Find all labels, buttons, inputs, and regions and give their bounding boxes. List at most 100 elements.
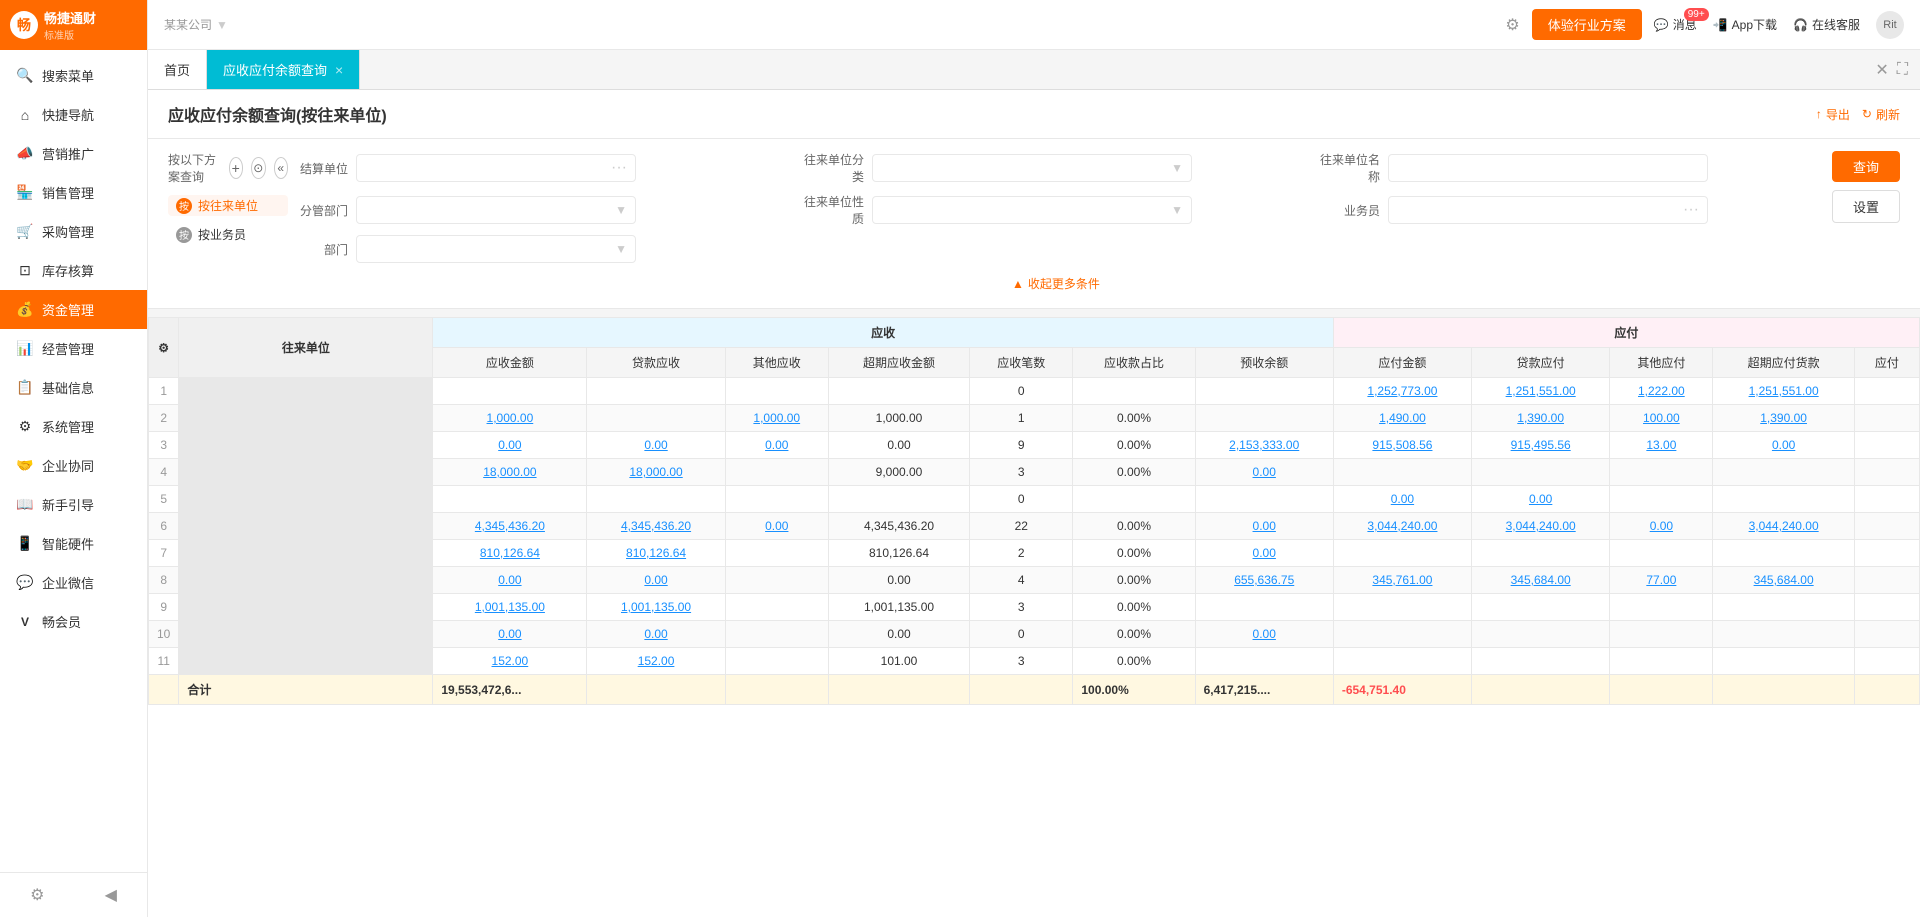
sidebar-item-member[interactable]: V畅会员 <box>0 602 147 641</box>
table-row: 8████████0.000.000.0040.00%655,636.75345… <box>149 567 1920 594</box>
filter-add-button[interactable]: + <box>229 157 244 179</box>
tab-close-icon[interactable]: × <box>335 62 343 78</box>
sidebar: 畅 畅捷通财 标准版 🔍搜索菜单 ⌂快捷导航 📣营销推广 🏪销售管理 🛒采购管理… <box>0 0 148 917</box>
purchase-icon: 🛒 <box>16 223 34 241</box>
service-label: 在线客服 <box>1812 16 1860 33</box>
sidebar-item-marketing[interactable]: 📣营销推广 <box>0 134 147 173</box>
sidebar-logo: 畅 畅捷通财 标准版 <box>0 0 147 50</box>
sidebar-collapse-button[interactable]: ◀ <box>105 885 117 905</box>
filter-field-unit-name: 往来单位名称 <box>1320 151 1824 185</box>
department-input[interactable]: ▼ <box>356 235 636 263</box>
dept-input[interactable]: ▼ <box>356 196 636 224</box>
collapse-more-button[interactable]: ▲ 收起更多条件 <box>288 271 1824 296</box>
footer-ar-count <box>970 675 1073 705</box>
filter-field-salesman: 业务员 ··· <box>1320 196 1824 224</box>
export-button[interactable]: ↑ 导出 <box>1816 106 1850 123</box>
settlement-dots-icon: ··· <box>611 159 627 177</box>
user-avatar[interactable]: Rit <box>1876 11 1904 39</box>
scheme-by-staff[interactable]: 按 按业务员 <box>168 224 288 245</box>
col-ap-other: 其他应付 <box>1610 348 1713 378</box>
topbar-right: 💬 消息 99+ 📲 App下载 🎧 在线客服 Rit <box>1654 11 1904 39</box>
sidebar-item-guide[interactable]: 📖新手引导 <box>0 485 147 524</box>
footer-ap-extra <box>1854 675 1919 705</box>
filter-label: 按以下方案查询 <box>168 151 221 185</box>
table-settings-icon: ⚙ <box>158 341 169 355</box>
dept-arrow-icon: ▼ <box>615 203 627 217</box>
sidebar-item-system[interactable]: ⚙系统管理 <box>0 407 147 446</box>
unit-category-input[interactable]: ▼ <box>872 154 1192 182</box>
unit-nature-input[interactable]: ▼ <box>872 196 1192 224</box>
sidebar-item-sales[interactable]: 🏪销售管理 <box>0 173 147 212</box>
filter-collapse-button[interactable]: « <box>274 157 289 179</box>
basic-icon: 📋 <box>16 379 34 397</box>
settlement-input[interactable]: ··· <box>356 154 636 182</box>
system-icon: ⚙ <box>16 418 34 436</box>
col-ap-amount: 应付金额 <box>1333 348 1471 378</box>
home-icon: ⌂ <box>16 106 34 124</box>
table-row: 1████████01,252,773.001,251,551.001,222.… <box>149 378 1920 405</box>
sidebar-settings-button[interactable]: ⚙ <box>30 885 44 905</box>
window-controls: ✕ ⛶ <box>1875 50 1920 89</box>
sidebar-item-operation[interactable]: 📊经营管理 <box>0 329 147 368</box>
table-row: 3████████0.000.000.000.0090.00%2,153,333… <box>149 432 1920 459</box>
sidebar-item-quick[interactable]: ⌂快捷导航 <box>0 95 147 134</box>
export-icon: ↑ <box>1816 107 1822 121</box>
company-name[interactable]: 某某公司 <box>164 16 212 33</box>
service-icon: 🎧 <box>1793 18 1808 32</box>
filter-scheme-button[interactable]: ⊙ <box>251 157 266 179</box>
sidebar-item-search[interactable]: 🔍搜索菜单 <box>0 56 147 95</box>
sidebar-item-wechat[interactable]: 💬企业微信 <box>0 563 147 602</box>
table-settings-header[interactable]: ⚙ <box>149 318 179 378</box>
table-row: 7████████810,126.64810,126.64810,126.642… <box>149 540 1920 567</box>
main-area: 某某公司 ▼ ⚙ 体验行业方案 💬 消息 99+ 📲 App下载 🎧 在线客服 … <box>148 0 1920 917</box>
sidebar-item-purchase[interactable]: 🛒采购管理 <box>0 212 147 251</box>
col-ap-loan: 贷款应付 <box>1472 348 1610 378</box>
footer-ap-overdue <box>1713 675 1854 705</box>
page-actions: ↑ 导出 ↻ 刷新 <box>1816 106 1900 123</box>
sidebar-item-hardware[interactable]: 📱智能硬件 <box>0 524 147 563</box>
filter-fields-area: 结算单位 ··· 往来单位分类 ▼ <box>288 151 1900 296</box>
tab-ar-ap[interactable]: 应收应付余额查询 × <box>207 50 360 89</box>
collapse-more-label: 收起更多条件 <box>1028 275 1100 292</box>
col-unit-header: 往来单位 <box>179 318 433 378</box>
query-button[interactable]: 查询 <box>1832 151 1900 182</box>
page-title: 应收应付余额查询(按往来单位) <box>168 102 387 126</box>
footer-ar-other <box>725 675 828 705</box>
table-row: 5████████00.000.00 <box>149 486 1920 513</box>
col-payable-group: 应付 <box>1333 318 1919 348</box>
table-footer-row: 合计 19,553,472,6... 100.00% 6,417,215....… <box>149 675 1920 705</box>
sidebar-menu: 🔍搜索菜单 ⌂快捷导航 📣营销推广 🏪销售管理 🛒采购管理 ⊡库存核算 💰资金管… <box>0 50 147 872</box>
online-service-button[interactable]: 🎧 在线客服 <box>1793 16 1860 33</box>
breadcrumb-arrow-icon[interactable]: ▼ <box>216 18 228 32</box>
messages-button[interactable]: 💬 消息 99+ <box>1654 16 1697 33</box>
sidebar-item-basic[interactable]: 📋基础信息 <box>0 368 147 407</box>
app-download-button[interactable]: 📲 App下载 <box>1713 16 1777 33</box>
marketing-icon: 📣 <box>16 145 34 163</box>
footer-ap-amount: -654,751.40 <box>1333 675 1471 705</box>
scheme-by-unit[interactable]: 按 按往来单位 <box>168 195 288 216</box>
tab-home[interactable]: 首页 <box>148 50 207 89</box>
window-expand-button[interactable]: ⛶ <box>1897 61 1908 79</box>
solution-button[interactable]: 体验行业方案 <box>1532 9 1642 40</box>
sidebar-item-fund[interactable]: 💰资金管理 <box>0 290 147 329</box>
sidebar-item-coop[interactable]: 🤝企业协同 <box>0 446 147 485</box>
app-icon: 📲 <box>1713 18 1728 32</box>
breadcrumb: 某某公司 ▼ <box>164 16 1493 33</box>
salesman-input[interactable]: ··· <box>1388 196 1708 224</box>
table-row: 9████████1,001,135.001,001,135.001,001,1… <box>149 594 1920 621</box>
topbar-gear-icon[interactable]: ⚙ <box>1505 15 1519 35</box>
salesman-dots-icon: ··· <box>1683 201 1699 219</box>
filter-settings-button[interactable]: 设置 <box>1832 190 1900 223</box>
refresh-button[interactable]: ↻ 刷新 <box>1862 106 1900 123</box>
window-close-button[interactable]: ✕ <box>1875 60 1888 80</box>
footer-ar-overdue <box>828 675 969 705</box>
message-badge: 99+ <box>1684 8 1709 21</box>
filter-field-department: 部门 ▼ <box>288 235 1824 263</box>
unit-name-input[interactable] <box>1388 154 1708 182</box>
inventory-icon: ⊡ <box>16 262 34 280</box>
col-ar-other: 其他应收 <box>725 348 828 378</box>
hardware-icon: 📱 <box>16 535 34 553</box>
scheme-staff-icon: 按 <box>176 227 192 243</box>
guide-icon: 📖 <box>16 496 34 514</box>
sidebar-item-inventory[interactable]: ⊡库存核算 <box>0 251 147 290</box>
